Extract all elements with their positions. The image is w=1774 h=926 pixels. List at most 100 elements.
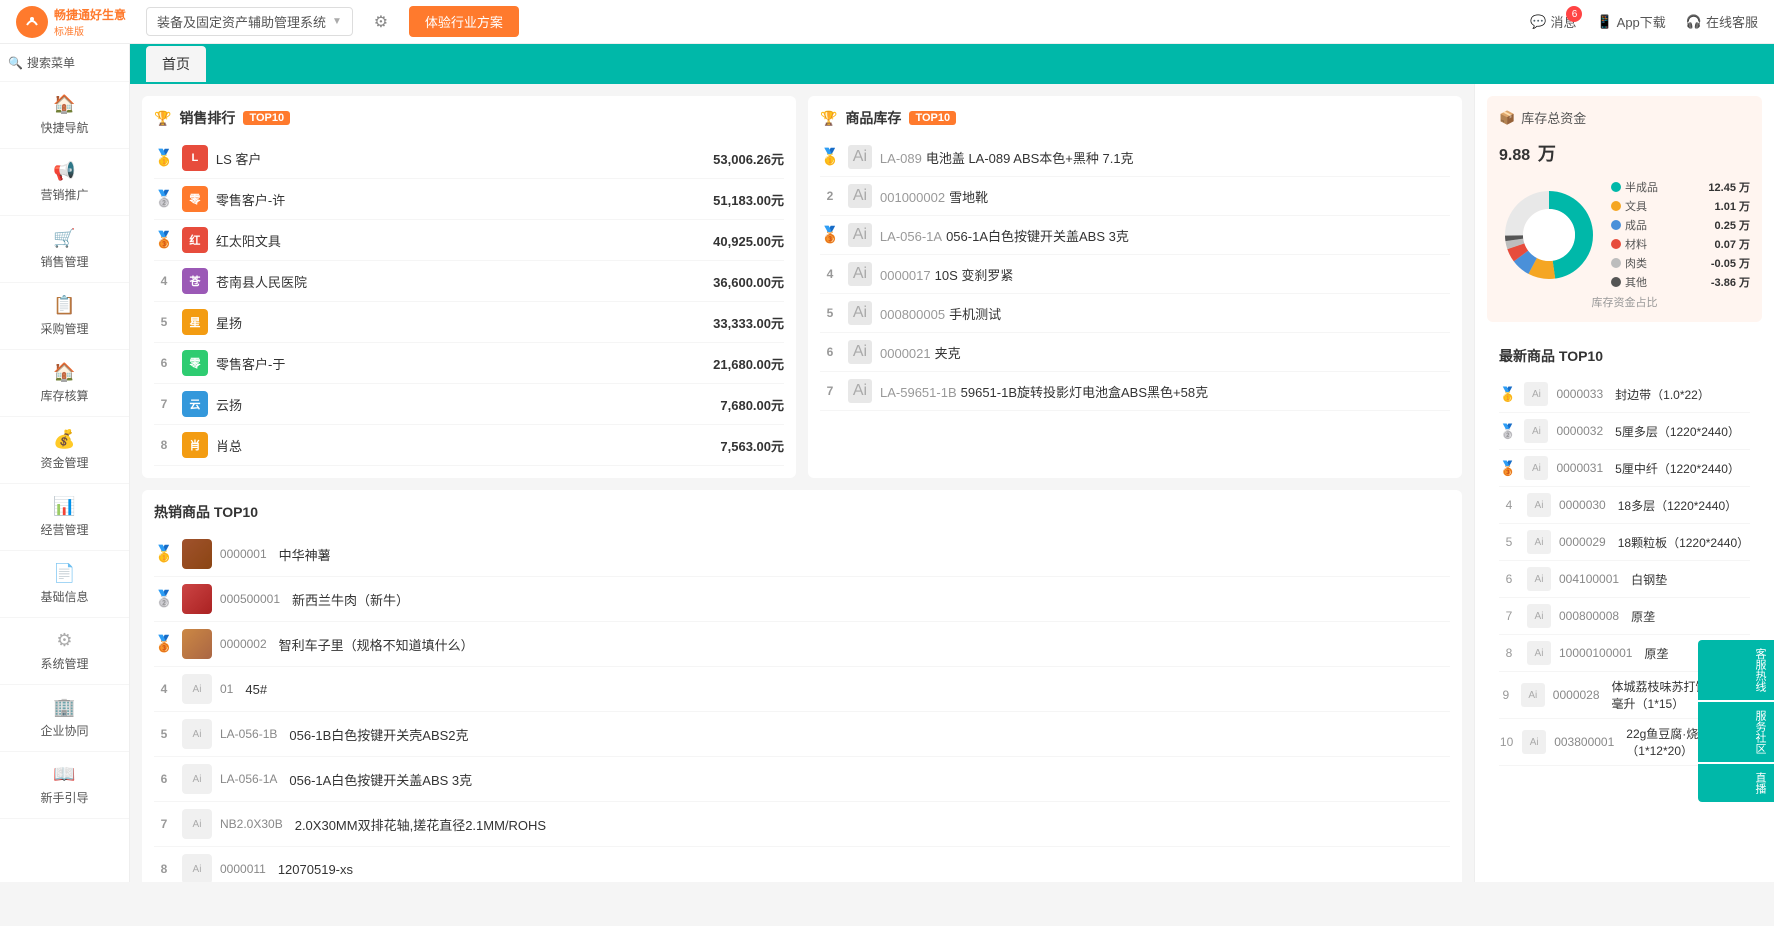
rank-item: 6 Ai 0000021夹克 (820, 333, 1450, 372)
medal-icon: 🥉 (1499, 460, 1516, 477)
sale-amount: 7,563.00元 (720, 436, 784, 455)
product-name: 原垄 (1631, 608, 1655, 625)
sidebar-item-sales[interactable]: 🛒 销售管理 (0, 216, 129, 283)
sales-ranking-title: 🏆 销售排行 TOP10 (154, 108, 784, 128)
sidebar-item-label: 营销推广 (40, 186, 88, 203)
rank-item: 6 零 零售客户-于 21,680.00元 (154, 343, 784, 384)
product-name: 5厘中纤（1220*2440） (1615, 460, 1740, 477)
system-name: 装备及固定资产辅助管理系统 (157, 12, 326, 31)
sales-rank-list: 🥇 L LS 客户 53,006.26元 🥈 零 零售客户-许 51,183.0… (154, 138, 784, 466)
service-community-button[interactable]: 服务社区 (1698, 702, 1774, 762)
operations-icon: 📊 (53, 496, 75, 517)
product-info: 000001710S 变刹罗紧 (880, 265, 1450, 284)
medal-icon: 🥈 (154, 189, 174, 209)
product-image: Ai (1527, 493, 1551, 517)
content-area: 🏆 销售排行 TOP10 🥇 L LS 客户 53,006.26元 (130, 84, 1774, 882)
legend-value: 0.07 万 (1715, 236, 1750, 252)
product-name: 18颗粒板（1220*2440） (1618, 534, 1749, 551)
sidebar-item-purchase[interactable]: 📋 采购管理 (0, 283, 129, 350)
product-image: Ai (182, 809, 212, 839)
sidebar-item-label: 企业协同 (40, 722, 88, 739)
chart-area: 半成品 12.45 万 文具 1.01 万 成品 0 (1499, 179, 1750, 290)
rank-number: 7 (820, 384, 840, 398)
new-products-title: 最新商品 TOP10 (1499, 346, 1750, 366)
product-info: LA-056-1A056-1A白色按键开关盖ABS 3克 (880, 226, 1450, 245)
medal-icon: 🥇 (820, 147, 840, 167)
sidebar: 🔍 搜索菜单 🏠 快捷导航 📢 营销推广 🛒 销售管理 📋 采购管理 🏠 库存核… (0, 44, 130, 882)
legend-dot (1611, 220, 1621, 230)
sidebar-item-marketing[interactable]: 📢 营销推广 (0, 149, 129, 216)
product-code: LA-056-1B (220, 727, 277, 741)
sidebar-item-label: 库存核算 (40, 387, 88, 404)
medal-icon: 🥉 (154, 230, 174, 250)
chart-caption: 库存资金占比 (1499, 294, 1750, 310)
product-image: Ai (182, 764, 212, 794)
chart-legend: 半成品 12.45 万 文具 1.01 万 成品 0 (1611, 179, 1750, 290)
sales-ranking-panel: 🏆 销售排行 TOP10 🥇 L LS 客户 53,006.26元 (142, 96, 796, 478)
rank-number: 6 (820, 345, 840, 359)
sidebar-item-system[interactable]: ⚙ 系统管理 (0, 618, 129, 685)
product-name: 45# (245, 682, 267, 697)
nav-tabs: 首页 (130, 44, 1774, 84)
tab-home[interactable]: 首页 (146, 46, 206, 82)
sale-amount: 21,680.00元 (713, 354, 784, 373)
legend-item: 其他 -3.86 万 (1611, 274, 1750, 290)
product-image: Ai (182, 719, 212, 749)
search-menu[interactable]: 🔍 搜索菜单 (0, 44, 129, 82)
sidebar-item-label: 快捷导航 (40, 119, 88, 136)
inventory-amount: 9.88 万 (1499, 135, 1750, 167)
list-item: 8 Ai 0000011 12070519-xs (154, 847, 1450, 882)
sidebar-item-basic-info[interactable]: 📄 基础信息 (0, 551, 129, 618)
logo-area: 畅捷通好生意 标准版 (16, 6, 146, 38)
customer-name: 苍南县人民医院 (216, 272, 705, 291)
product-info: LA-59651-1B59651-1B旋转投影灯电池盒ABS黑色+58克 (880, 382, 1450, 401)
product-code: 0000033 (1556, 387, 1603, 401)
purchase-icon: 📋 (53, 295, 75, 316)
product-code: 003800001 (1554, 735, 1614, 749)
sidebar-item-guide[interactable]: 📖 新手引导 (0, 752, 129, 819)
product-image: Ai (848, 301, 872, 325)
live-broadcast-button[interactable]: 直播 (1698, 764, 1774, 802)
legend-label: 成品 (1625, 217, 1711, 233)
product-image: Ai (1524, 382, 1548, 406)
customer-name: 星扬 (216, 313, 705, 332)
product-code: 01 (220, 682, 233, 696)
message-button[interactable]: 💬 消息 6 (1530, 12, 1576, 31)
list-item: 🥈 000500001 新西兰牛肉（新牛） (154, 577, 1450, 622)
list-item: 🥇 Ai 0000033 封边带（1.0*22） (1499, 376, 1750, 413)
chevron-down-icon: ▼ (332, 16, 342, 27)
rank-number: 4 (1499, 498, 1519, 512)
list-item: 4 Ai 01 45# (154, 667, 1450, 712)
sidebar-item-inventory[interactable]: 🏠 库存核算 (0, 350, 129, 417)
headset-icon: 🎧 (1686, 14, 1702, 30)
online-service-button[interactable]: 🎧 在线客服 (1686, 12, 1758, 31)
app-download-button[interactable]: 📱 App下载 (1596, 12, 1665, 31)
product-image: Ai (1527, 567, 1551, 591)
list-item: 5 Ai LA-056-1B 056-1B白色按键开关壳ABS2克 (154, 712, 1450, 757)
sidebar-item-quick-nav[interactable]: 🏠 快捷导航 (0, 82, 129, 149)
rank-item: 🥈 零 零售客户-许 51,183.00元 (154, 179, 784, 220)
sidebar-item-enterprise[interactable]: 🏢 企业协同 (0, 685, 129, 752)
product-image: Ai (1524, 456, 1548, 480)
customer-hotline-button[interactable]: 客服热线 (1698, 640, 1774, 700)
list-item: 4 Ai 0000030 18多层（1220*2440） (1499, 487, 1750, 524)
sales-icon: 🛒 (53, 228, 75, 249)
rank-number: 5 (154, 727, 174, 741)
avatar: 苍 (182, 268, 208, 294)
settings-icon[interactable]: ⚙ (365, 6, 397, 38)
new-products-label: 最新商品 TOP10 (1499, 346, 1603, 366)
sidebar-item-operations[interactable]: 📊 经营管理 (0, 484, 129, 551)
product-image: Ai (848, 340, 872, 364)
legend-item: 成品 0.25 万 (1611, 217, 1750, 233)
medal-icon: 🥇 (1499, 386, 1516, 403)
header-center: 装备及固定资产辅助管理系统 ▼ ⚙ 体验行业方案 (146, 6, 1530, 38)
product-image: Ai (848, 184, 872, 208)
sidebar-item-finance[interactable]: 💰 资金管理 (0, 417, 129, 484)
legend-value: 12.45 万 (1708, 179, 1750, 195)
system-selector[interactable]: 装备及固定资产辅助管理系统 ▼ (146, 7, 353, 36)
trial-button[interactable]: 体验行业方案 (409, 6, 519, 37)
product-image: Ai (848, 262, 872, 286)
legend-label: 肉类 (1625, 255, 1707, 271)
medal-icon: 🥉 (154, 634, 174, 654)
list-item: 🥉 0000002 智利车子里（规格不知道填什么） (154, 622, 1450, 667)
